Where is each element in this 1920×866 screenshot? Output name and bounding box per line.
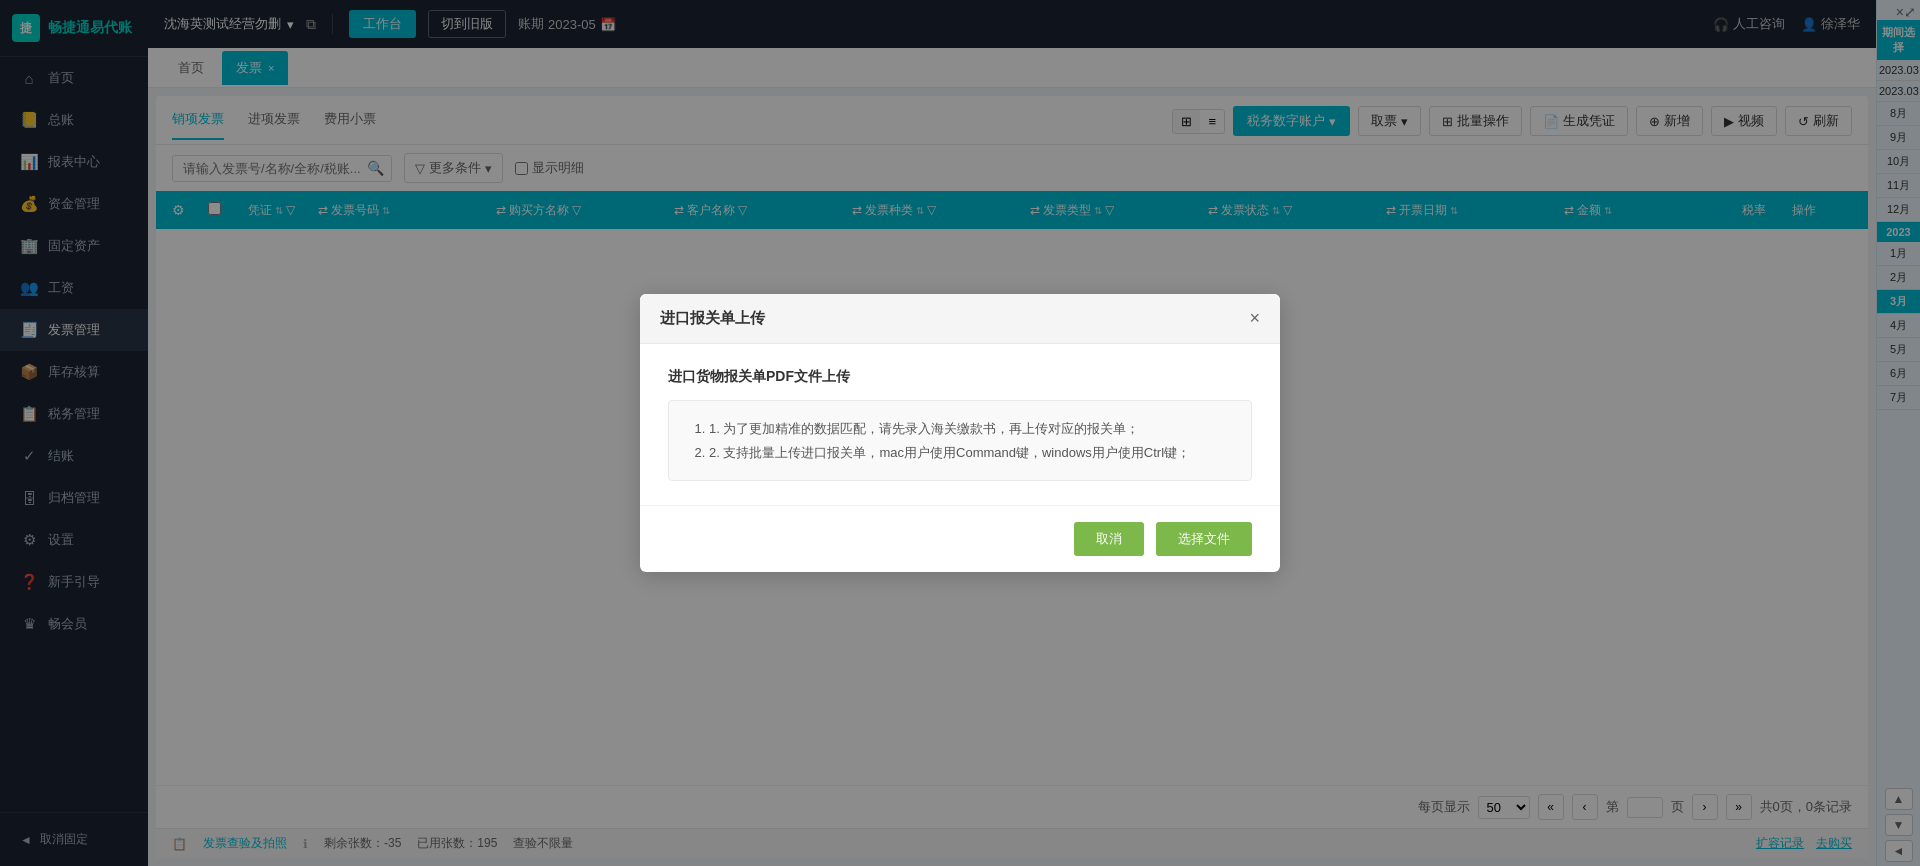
select-file-button[interactable]: 选择文件 (1156, 522, 1252, 556)
cancel-button[interactable]: 取消 (1074, 522, 1144, 556)
modal-body: 进口货物报关单PDF文件上传 1. 为了更加精准的数据匹配，请先录入海关缴款书，… (640, 344, 1280, 505)
modal-title: 进口报关单上传 (660, 309, 765, 328)
modal-overlay: 进口报关单上传 × 进口货物报关单PDF文件上传 1. 为了更加精准的数据匹配，… (0, 0, 1920, 866)
modal-close-button[interactable]: × (1249, 308, 1260, 329)
modal-info-item-2: 2. 支持批量上传进口报关单，mac用户使用Command键，windows用户… (709, 441, 1231, 464)
modal-info-box: 1. 为了更加精准的数据匹配，请先录入海关缴款书，再上传对应的报关单； 2. 支… (668, 400, 1252, 481)
import-customs-modal: 进口报关单上传 × 进口货物报关单PDF文件上传 1. 为了更加精准的数据匹配，… (640, 294, 1280, 572)
modal-footer: 取消 选择文件 (640, 505, 1280, 572)
modal-section-title: 进口货物报关单PDF文件上传 (668, 368, 1252, 386)
modal-header: 进口报关单上传 × (640, 294, 1280, 344)
modal-info-item-1: 1. 为了更加精准的数据匹配，请先录入海关缴款书，再上传对应的报关单； (709, 417, 1231, 440)
